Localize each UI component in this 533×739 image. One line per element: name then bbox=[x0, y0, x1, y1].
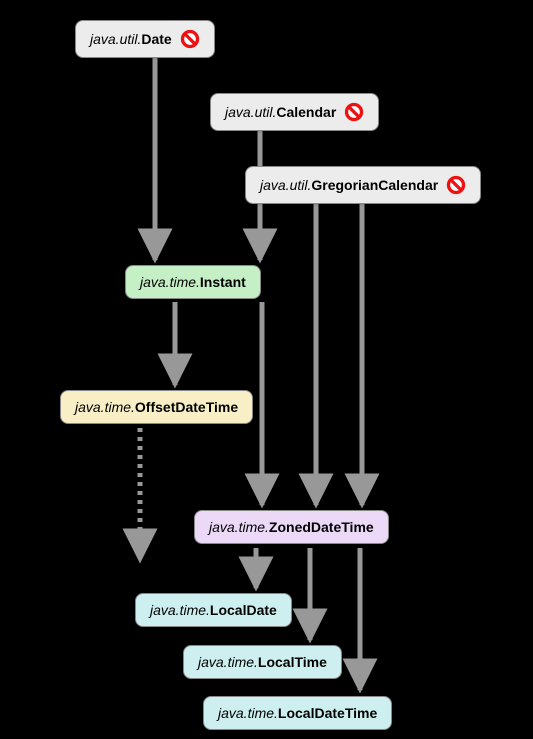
node-localdate-cls: LocalDate bbox=[210, 602, 277, 618]
node-localdatetime: java.time.LocalDateTime bbox=[203, 696, 392, 730]
node-date-cls: Date bbox=[141, 31, 171, 47]
node-offsetdatetime: java.time.OffsetDateTime bbox=[60, 390, 253, 424]
node-offsetdatetime-cls: OffsetDateTime bbox=[135, 399, 238, 415]
prohibited-icon bbox=[180, 29, 200, 49]
node-localtime-cls: LocalTime bbox=[258, 654, 327, 670]
node-gregorian: java.util.GregorianCalendar bbox=[245, 166, 481, 204]
node-zoneddatetime-cls: ZonedDateTime bbox=[269, 519, 374, 535]
node-localdatetime-pkg: java.time. bbox=[218, 705, 278, 721]
node-calendar-cls: Calendar bbox=[276, 104, 336, 120]
node-localtime-pkg: java.time. bbox=[198, 654, 258, 670]
node-localdatetime-cls: LocalDateTime bbox=[278, 705, 377, 721]
node-zoneddatetime-pkg: java.time. bbox=[209, 519, 269, 535]
node-localdate: java.time.LocalDate bbox=[135, 593, 292, 627]
node-instant: java.time.Instant bbox=[125, 265, 261, 299]
node-gregorian-cls: GregorianCalendar bbox=[311, 177, 438, 193]
node-calendar: java.util.Calendar bbox=[210, 93, 379, 131]
node-date-pkg: java.util. bbox=[90, 31, 141, 47]
prohibited-icon bbox=[446, 175, 466, 195]
node-offsetdatetime-pkg: java.time. bbox=[75, 399, 135, 415]
node-calendar-pkg: java.util. bbox=[225, 104, 276, 120]
node-zoneddatetime: java.time.ZonedDateTime bbox=[194, 510, 389, 544]
prohibited-icon bbox=[344, 102, 364, 122]
node-localdate-pkg: java.time. bbox=[150, 602, 210, 618]
node-date: java.util.Date bbox=[75, 20, 215, 58]
node-gregorian-pkg: java.util. bbox=[260, 177, 311, 193]
node-localtime: java.time.LocalTime bbox=[183, 645, 342, 679]
node-instant-cls: Instant bbox=[200, 274, 246, 290]
node-instant-pkg: java.time. bbox=[140, 274, 200, 290]
